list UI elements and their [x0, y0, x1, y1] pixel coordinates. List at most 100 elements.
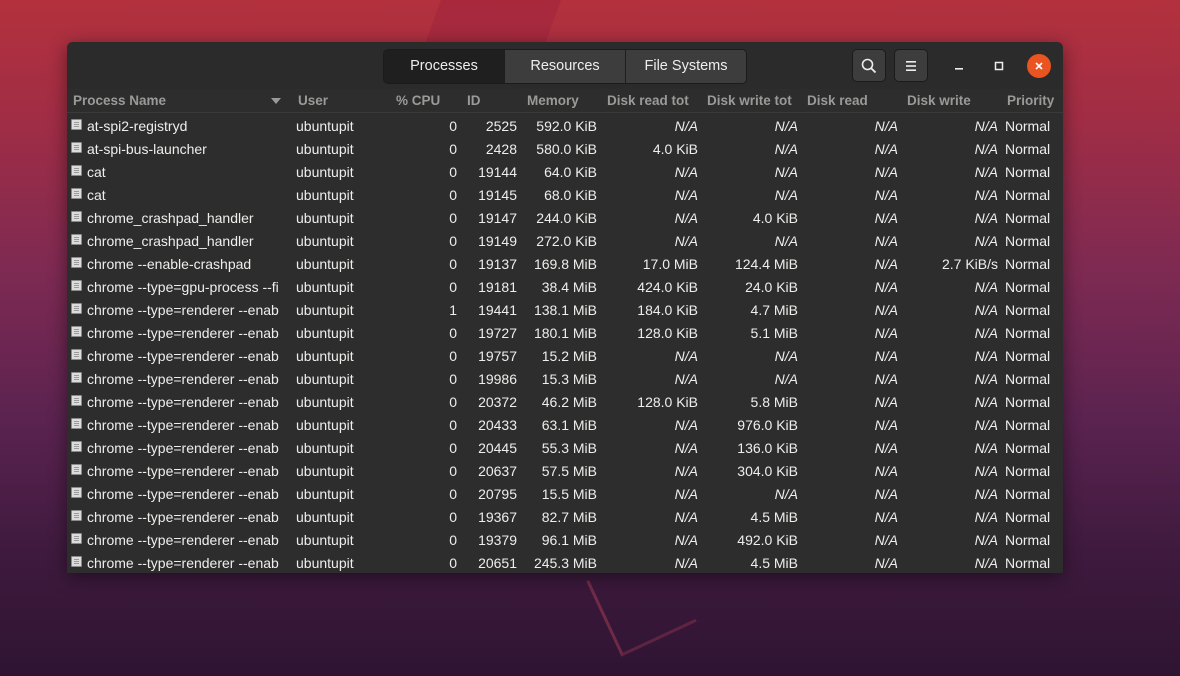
table-row[interactable]: chrome --type=renderer --enab ubuntupit 0 2… [67, 390, 1063, 413]
disk-write-total-cell: N/A [774, 486, 798, 502]
tab-file-systems[interactable]: File Systems [626, 50, 746, 83]
process-icon [71, 257, 82, 268]
maximize-button[interactable] [987, 54, 1011, 78]
process-icon [71, 395, 82, 406]
table-row[interactable]: chrome --type=renderer --enab ubuntupit 0 2… [67, 459, 1063, 482]
priority-cell: Normal [1005, 486, 1051, 502]
process-name-cell: chrome --type=renderer --enab [87, 417, 279, 433]
disk-read-cell: N/A [874, 371, 898, 387]
table-row[interactable]: cat ubuntupit 0 19144 64.0 KiB N/A N/A N/A N/A No… [67, 160, 1063, 183]
disk-read-cell: N/A [874, 187, 898, 203]
disk-read-total-cell: N/A [674, 348, 698, 364]
disk-read-total-cell: 128.0 KiB [637, 394, 698, 410]
table-row[interactable]: chrome --type=renderer --enab ubuntupit 0 1… [67, 344, 1063, 367]
cpu-cell: 0 [449, 532, 457, 548]
search-button[interactable] [852, 49, 886, 82]
table-row[interactable]: chrome_crashpad_handler ubuntupit 0 19147 24… [67, 206, 1063, 229]
tab-processes[interactable]: Processes [384, 50, 505, 83]
priority-cell: Normal [1005, 187, 1051, 203]
column-header-disk-read-total[interactable]: Disk read tot [607, 93, 703, 108]
close-button[interactable] [1027, 54, 1051, 78]
table-row[interactable]: chrome --type=renderer --enab ubuntupit 0 1… [67, 505, 1063, 528]
minimize-button[interactable] [947, 54, 971, 78]
disk-read-total-cell: N/A [674, 210, 698, 226]
priority-cell: Normal [1005, 394, 1051, 410]
process-name-cell: chrome --type=renderer --enab [87, 509, 279, 525]
disk-write-cell: N/A [974, 164, 998, 180]
disk-write-cell: N/A [974, 141, 998, 157]
id-cell: 19145 [478, 187, 517, 203]
disk-write-cell: N/A [974, 118, 998, 134]
cpu-cell: 0 [449, 141, 457, 157]
table-row[interactable]: chrome --type=renderer --enab ubuntupit 0 2… [67, 413, 1063, 436]
disk-read-total-cell: N/A [674, 118, 698, 134]
column-header-disk-read[interactable]: Disk read [807, 93, 903, 108]
system-monitor-window: Processes Resources File Systems Process… [67, 42, 1063, 573]
process-name-cell: chrome --enable-crashpad [87, 256, 252, 272]
user-cell: ubuntupit [296, 555, 354, 571]
column-header-disk-write-total[interactable]: Disk write tot [707, 93, 803, 108]
table-row[interactable]: at-spi2-registryd ubuntupit 0 2525 592.0 KiB… [67, 114, 1063, 137]
disk-read-total-cell: N/A [674, 371, 698, 387]
memory-cell: 272.0 KiB [536, 233, 597, 249]
memory-cell: 64.0 KiB [544, 164, 597, 180]
disk-write-cell: N/A [974, 417, 998, 433]
disk-write-cell: N/A [974, 532, 998, 548]
table-row[interactable]: chrome --type=renderer --enab ubuntupit 0 1… [67, 321, 1063, 344]
id-cell: 19441 [478, 302, 517, 318]
user-cell: ubuntupit [296, 394, 354, 410]
table-row[interactable]: chrome --type=renderer --enab ubuntupit 0 2… [67, 482, 1063, 505]
table-row[interactable]: chrome --type=renderer --enab ubuntupit 1 1… [67, 298, 1063, 321]
disk-write-cell: N/A [974, 187, 998, 203]
table-row[interactable]: chrome_crashpad_handler ubuntupit 0 19149 27… [67, 229, 1063, 252]
column-header-id[interactable]: ID [467, 93, 517, 108]
process-icon [71, 464, 82, 475]
disk-read-total-cell: N/A [674, 233, 698, 249]
cpu-cell: 0 [449, 256, 457, 272]
id-cell: 20445 [478, 440, 517, 456]
disk-write-total-cell: N/A [774, 371, 798, 387]
disk-read-total-cell: N/A [674, 555, 698, 571]
process-icon [71, 188, 82, 199]
id-cell: 2428 [485, 141, 517, 157]
column-header-cpu[interactable]: % CPU [396, 93, 456, 108]
menu-button[interactable] [894, 49, 928, 82]
disk-write-total-cell: N/A [774, 141, 798, 157]
column-header-priority[interactable]: Priority [1007, 93, 1063, 108]
table-row[interactable]: chrome --type=renderer --enab ubuntupit 0 2… [67, 436, 1063, 459]
disk-write-total-cell: N/A [774, 164, 798, 180]
table-row[interactable]: chrome --type=renderer --enab ubuntupit 0 2… [67, 551, 1063, 573]
disk-write-total-cell: 5.1 MiB [750, 325, 798, 341]
user-cell: ubuntupit [296, 486, 354, 502]
process-icon [71, 533, 82, 544]
memory-cell: 169.8 MiB [533, 256, 597, 272]
sort-descending-icon[interactable] [271, 98, 281, 104]
cpu-cell: 0 [449, 233, 457, 249]
column-header-user[interactable]: User [298, 93, 378, 108]
header-bar: Processes Resources File Systems [67, 42, 1063, 89]
disk-read-total-cell: N/A [674, 187, 698, 203]
column-header-memory[interactable]: Memory [527, 93, 603, 108]
table-row[interactable]: at-spi-bus-launcher ubuntupit 0 2428 580.0 K… [67, 137, 1063, 160]
disk-write-total-cell: 136.0 KiB [737, 440, 798, 456]
disk-write-total-cell: N/A [774, 187, 798, 203]
memory-cell: 15.2 MiB [541, 348, 597, 364]
cpu-cell: 0 [449, 210, 457, 226]
priority-cell: Normal [1005, 302, 1051, 318]
table-row[interactable]: chrome --type=renderer --enab ubuntupit 0 1… [67, 367, 1063, 390]
column-header-disk-write[interactable]: Disk write [907, 93, 1003, 108]
minimize-icon [955, 68, 963, 70]
table-row[interactable]: cat ubuntupit 0 19145 68.0 KiB N/A N/A N/A N/A No… [67, 183, 1063, 206]
table-row[interactable]: chrome --type=gpu-process --fi ubuntupit 0… [67, 275, 1063, 298]
table-row[interactable]: chrome --enable-crashpad ubuntupit 0 19137 1… [67, 252, 1063, 275]
cpu-cell: 0 [449, 440, 457, 456]
process-icon [71, 487, 82, 498]
process-icon [71, 372, 82, 383]
table-row[interactable]: chrome --type=renderer --enab ubuntupit 0 1… [67, 528, 1063, 551]
tab-resources[interactable]: Resources [505, 50, 626, 83]
disk-write-total-cell: 5.8 MiB [750, 394, 798, 410]
process-name-cell: chrome --type=renderer --enab [87, 371, 279, 387]
column-header-process-name[interactable]: Process Name [73, 93, 273, 108]
priority-cell: Normal [1005, 256, 1051, 272]
cpu-cell: 0 [449, 509, 457, 525]
